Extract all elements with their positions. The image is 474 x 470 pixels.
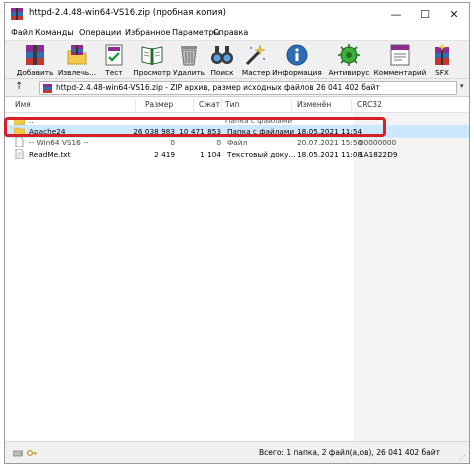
list-header: Имя Размер Сжат Тип Изменён CRC32 bbox=[5, 97, 469, 113]
highlight-frame bbox=[4, 117, 386, 137]
window-title: httpd-2.4.48-win64-VS16.zip (пробная коп… bbox=[29, 8, 226, 18]
address-field[interactable]: httpd-2.4.48-win64-VS16.zip - ZIP архив,… bbox=[39, 81, 457, 95]
row-packed: 0 bbox=[216, 138, 221, 147]
sfx-button[interactable]: SFX bbox=[427, 42, 457, 78]
column-packed[interactable]: Сжат bbox=[199, 100, 220, 109]
winrar-window: httpd-2.4.48-win64-VS16.zip (пробная коп… bbox=[4, 2, 470, 464]
address-text: httpd-2.4.48-win64-VS16.zip - ZIP архив,… bbox=[56, 83, 380, 92]
title-bar: httpd-2.4.48-win64-VS16.zip (пробная коп… bbox=[5, 3, 469, 25]
antivirus-button[interactable]: Антивирус bbox=[329, 42, 369, 78]
antivirus-icon bbox=[338, 44, 360, 66]
minimize-button[interactable]: — bbox=[381, 3, 411, 25]
chevron-down-icon[interactable]: ▾ bbox=[460, 82, 464, 90]
column-name[interactable]: Имя bbox=[15, 100, 31, 109]
address-bar: ↑ httpd-2.4.48-win64-VS16.zip - ZIP архи… bbox=[5, 79, 469, 97]
menu-commands[interactable]: Команды bbox=[35, 28, 74, 37]
info-icon bbox=[286, 44, 308, 66]
row-modified: 18.05.2021 11:08 bbox=[297, 150, 363, 159]
info-label: Информация bbox=[272, 68, 322, 77]
close-button[interactable]: ✕ bbox=[439, 3, 469, 25]
text-file-icon bbox=[15, 149, 24, 159]
row-name: -- Win64 VS16 -- bbox=[29, 138, 89, 147]
column-modified[interactable]: Изменён bbox=[297, 100, 331, 109]
sfx-icon bbox=[435, 43, 449, 65]
row-name: ReadMe.txt bbox=[29, 150, 71, 159]
winrar-app-icon bbox=[11, 8, 23, 20]
magic-wand-icon bbox=[245, 44, 266, 66]
row-size: 0 bbox=[170, 138, 175, 147]
file-icon bbox=[15, 137, 24, 147]
row-crc: 1A1822D9 bbox=[359, 150, 398, 159]
drive-icon bbox=[13, 450, 23, 457]
key-icon bbox=[27, 450, 37, 456]
resize-grip-icon[interactable]: ⋰ bbox=[459, 454, 466, 462]
row-packed: 1 104 bbox=[200, 150, 221, 159]
file-list: Имя Размер Сжат Тип Изменён CRC32 .. Пап… bbox=[5, 97, 469, 441]
view-book-icon bbox=[141, 46, 163, 65]
zip-archive-icon bbox=[43, 84, 52, 93]
menu-file[interactable]: Файл bbox=[11, 28, 33, 37]
crc-column-shade bbox=[354, 113, 469, 441]
extract-folder-icon bbox=[67, 45, 87, 65]
up-arrow-icon[interactable]: ↑ bbox=[15, 81, 23, 92]
row-type: Текстовый доку... bbox=[227, 150, 296, 159]
row-modified: 20.07.2021 15:50 bbox=[297, 138, 363, 147]
menu-help[interactable]: Справка bbox=[213, 28, 248, 37]
status-text: Всего: 1 папка, 2 файл(а,ов), 26 041 402… bbox=[259, 448, 441, 457]
column-crc32[interactable]: CRC32 bbox=[357, 100, 382, 109]
sfx-label: SFX bbox=[435, 68, 449, 77]
toolbar: Добавить Извлечь... Тест Просмотр Удалит… bbox=[5, 41, 469, 79]
menu-operations[interactable]: Операции bbox=[79, 28, 121, 37]
comment-button[interactable]: Комментарий bbox=[374, 42, 426, 78]
trash-icon bbox=[181, 46, 197, 66]
column-type[interactable]: Тип bbox=[225, 100, 239, 109]
add-button[interactable]: Добавить bbox=[17, 42, 53, 78]
column-size[interactable]: Размер bbox=[145, 100, 173, 109]
maximize-button[interactable]: ☐ bbox=[410, 3, 440, 25]
binoculars-icon bbox=[211, 46, 233, 64]
archive-add-icon bbox=[26, 45, 44, 65]
status-bar: Всего: 1 папка, 2 файл(а,ов), 26 041 402… bbox=[5, 441, 469, 463]
info-button[interactable]: Информация bbox=[272, 42, 322, 78]
row-type: Файл bbox=[227, 138, 248, 147]
test-checklist-icon bbox=[105, 44, 123, 66]
row-size: 2 419 bbox=[154, 150, 175, 159]
menu-bar: Файл Команды Операции Избранное Параметр… bbox=[5, 25, 469, 41]
row-crc: 00000000 bbox=[359, 138, 397, 147]
comment-icon bbox=[390, 44, 410, 66]
list-item-readme[interactable]: ReadMe.txt 2 419 1 104 Текстовый доку...… bbox=[5, 148, 469, 161]
menu-favorites[interactable]: Избранное bbox=[125, 28, 170, 37]
